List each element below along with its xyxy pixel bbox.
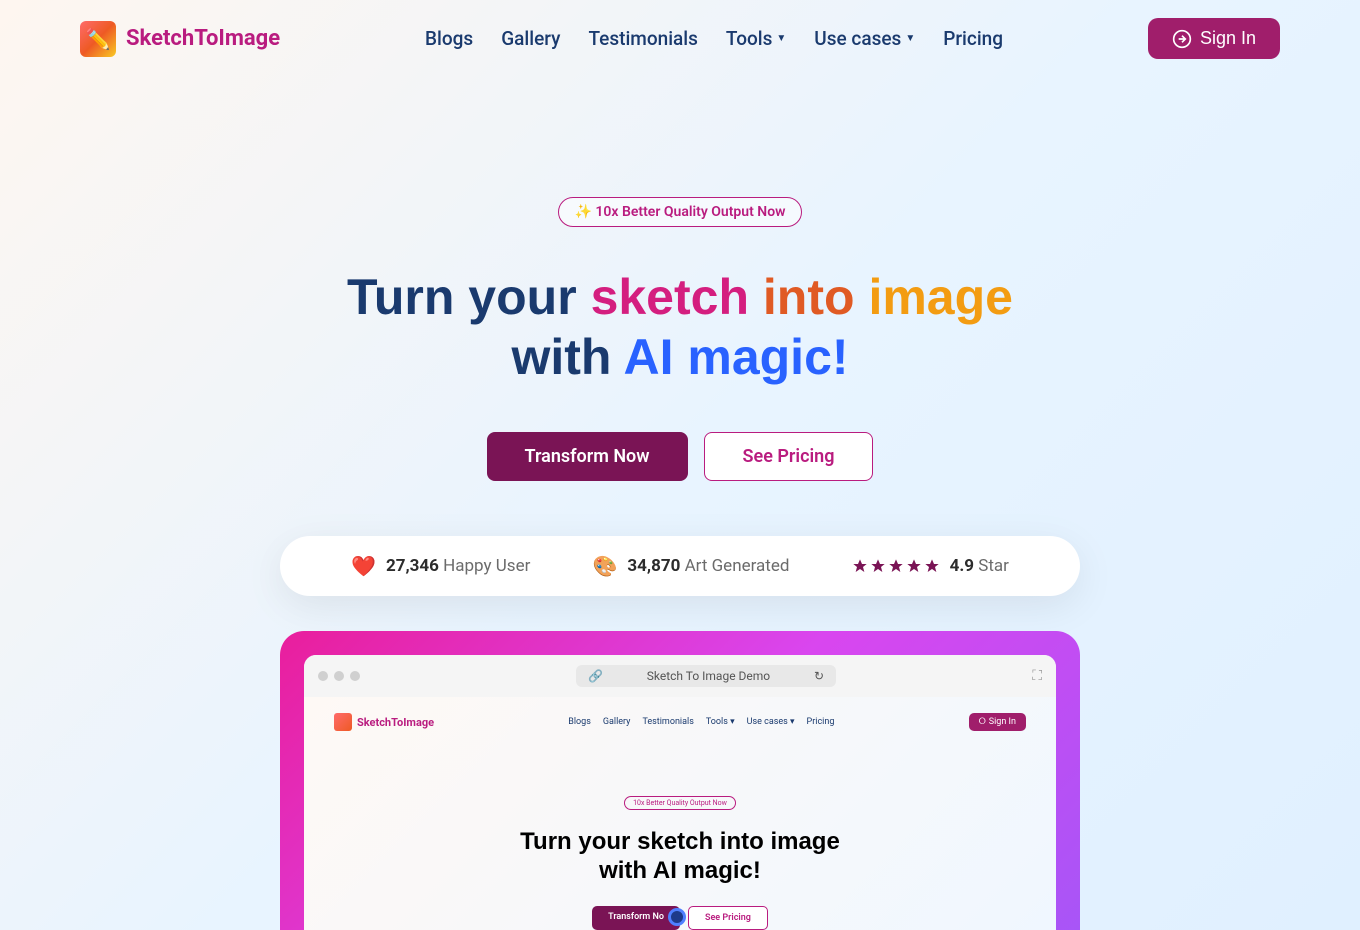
stats-bar: ❤️ 27,346 Happy User 🎨 34,870 Art Genera…	[280, 536, 1080, 596]
chevron-down-icon: ▼	[905, 33, 915, 44]
stat-rating: 4.9 Star	[852, 556, 1009, 576]
cta-container: Transform Now See Pricing	[0, 432, 1360, 481]
nav-pricing[interactable]: Pricing	[943, 27, 1003, 50]
traffic-lights	[318, 671, 360, 681]
demo-titlebar: 🔗 Sketch To Image Demo ↻ ⛶	[304, 655, 1056, 697]
traffic-light-minimize	[334, 671, 344, 681]
star-icons	[852, 558, 940, 574]
quality-badge: ✨ 10x Better Quality Output Now	[558, 197, 803, 227]
demo-window: 🔗 Sketch To Image Demo ↻ ⛶ SketchToImage…	[304, 655, 1056, 930]
main-navbar: ✏️ SketchToImage Blogs Gallery Testimoni…	[0, 0, 1360, 77]
chevron-down-icon: ▼	[776, 33, 786, 44]
demo-navbar: SketchToImage Blogs Gallery Testimonials…	[324, 709, 1036, 735]
demo-nav-links: Blogs Gallery Testimonials Tools ▾ Use c…	[568, 717, 834, 727]
demo-hero: 10x Better Quality Output Now Turn your …	[324, 735, 1036, 930]
nav-tools[interactable]: Tools ▼	[726, 27, 786, 50]
demo-title: Turn your sketch into image with AI magi…	[324, 828, 1036, 886]
demo-transform-button: Transform No	[592, 906, 680, 930]
demo-cta: Transform No See Pricing	[324, 906, 1036, 930]
logo-icon: ✏️	[80, 21, 116, 57]
demo-signin-button: ⭘Sign In	[969, 713, 1026, 731]
link-icon: 🔗	[588, 669, 603, 683]
traffic-light-maximize	[350, 671, 360, 681]
nav-testimonials[interactable]: Testimonials	[588, 27, 697, 50]
demo-pricing-button: See Pricing	[688, 906, 768, 930]
nav-gallery[interactable]: Gallery	[501, 27, 560, 50]
nav-blogs[interactable]: Blogs	[425, 27, 473, 50]
demo-content: SketchToImage Blogs Gallery Testimonials…	[304, 697, 1056, 930]
demo-url-bar: 🔗 Sketch To Image Demo ↻	[576, 665, 836, 687]
heart-icon: ❤️	[351, 554, 376, 578]
traffic-light-close	[318, 671, 328, 681]
see-pricing-button[interactable]: See Pricing	[704, 432, 874, 481]
brand-name: SketchToImage	[126, 26, 280, 51]
stat-users: ❤️ 27,346 Happy User	[351, 554, 530, 578]
transform-now-button[interactable]: Transform Now	[487, 432, 688, 481]
demo-preview-frame: 🔗 Sketch To Image Demo ↻ ⛶ SketchToImage…	[280, 631, 1080, 930]
demo-badge: 10x Better Quality Output Now	[624, 796, 736, 810]
demo-logo-icon	[334, 713, 352, 731]
refresh-icon: ↻	[814, 669, 824, 683]
hero-section: ✨ 10x Better Quality Output Now Turn you…	[0, 77, 1360, 930]
nav-links-container: Blogs Gallery Testimonials Tools ▼ Use c…	[425, 27, 1003, 50]
signin-icon	[1172, 29, 1192, 49]
demo-logo: SketchToImage	[334, 713, 434, 731]
palette-icon: 🎨	[592, 554, 617, 578]
cursor-indicator	[668, 908, 686, 926]
stat-art: 🎨 34,870 Art Generated	[592, 554, 789, 578]
nav-use-cases[interactable]: Use cases ▼	[814, 27, 915, 50]
signin-button[interactable]: Sign In	[1148, 18, 1280, 59]
hero-title: Turn your sketch into image with AI magi…	[0, 267, 1360, 387]
expand-icon[interactable]: ⛶	[1032, 668, 1042, 684]
brand-logo[interactable]: ✏️ SketchToImage	[80, 21, 280, 57]
